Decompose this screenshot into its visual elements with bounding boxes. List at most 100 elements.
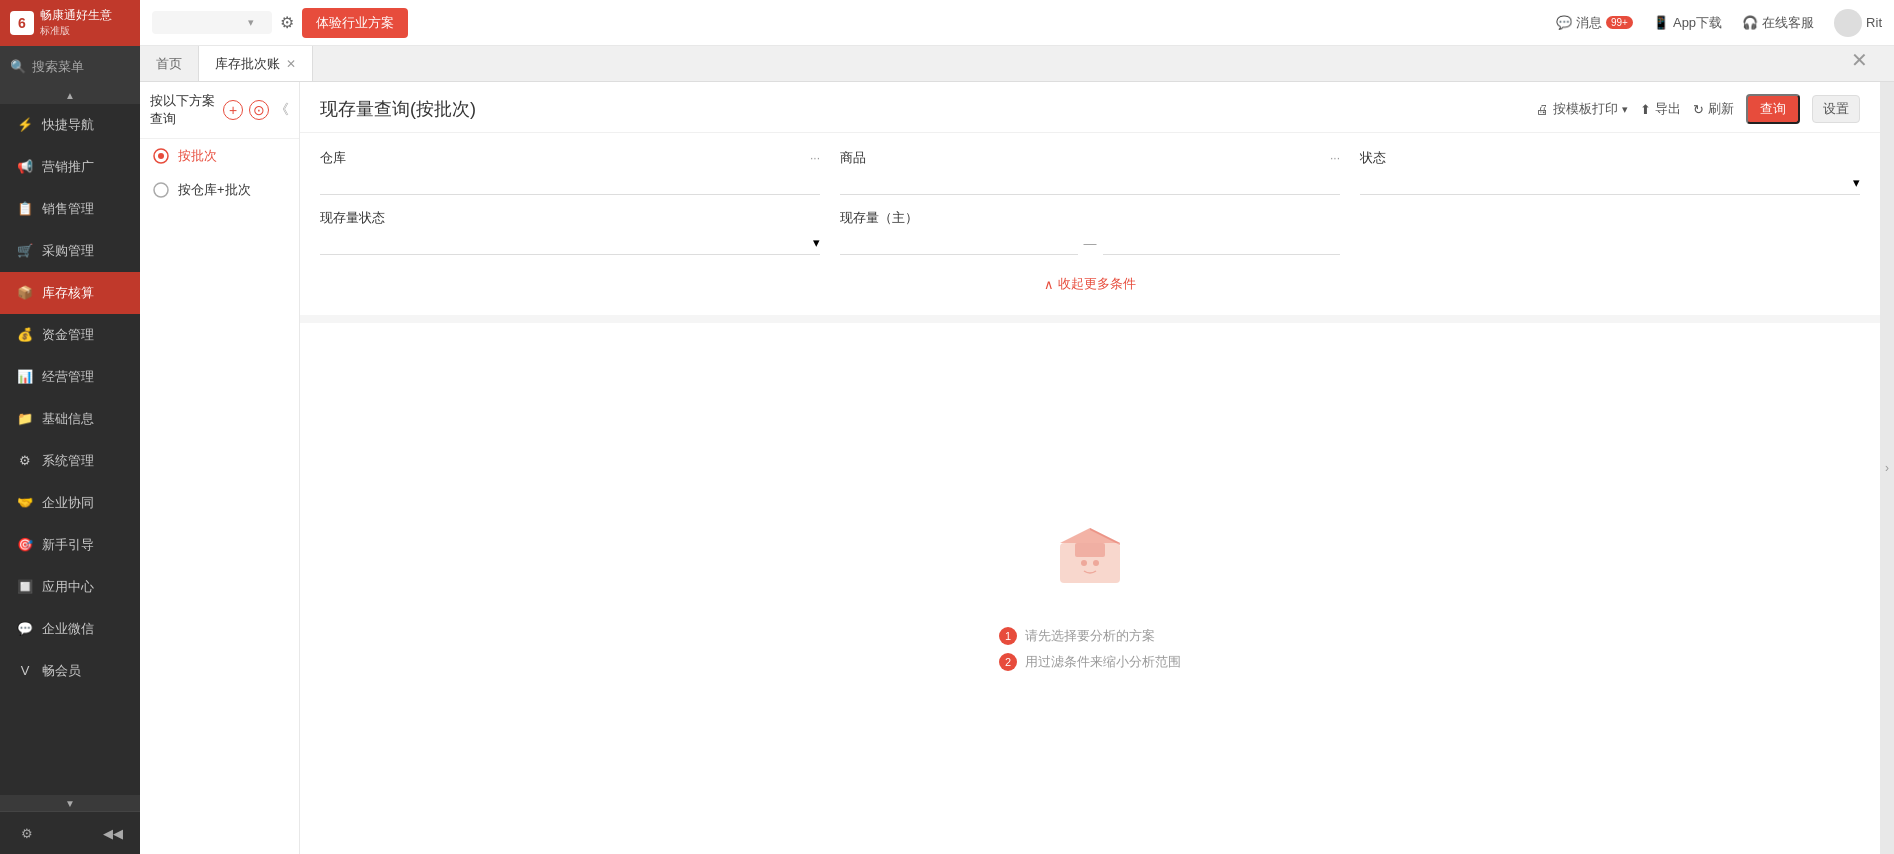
filter-row-2: 现存量状态 ▾ 现存量（主） — [320,209,1860,255]
current-inventory-to[interactable] [1103,231,1341,255]
query-btn[interactable]: 查询 [1746,94,1800,124]
inventory-status-dropdown[interactable]: ▾ [320,231,820,255]
sidebar: 6 畅康通好生意 标准版 🔍 搜索菜单 ▲ ⚡ 快捷导航 📢 营销推广 📋 销售… [0,0,140,854]
messages-badge: 99+ [1606,16,1633,29]
settings-btn[interactable]: 设置 [1812,95,1860,123]
sidebar-item-label: 库存核算 [42,284,94,302]
svg-point-1 [158,153,164,159]
app-name: 畅康通好生意 [40,8,112,24]
sidebar-item-basic[interactable]: 📁 基础信息 [0,398,140,440]
app-download-label: App下载 [1673,14,1722,32]
system-icon: ⚙ [16,452,34,470]
current-inventory-from[interactable] [840,231,1078,255]
guide-icon: 🎯 [16,536,34,554]
sidebar-item-finance[interactable]: 💰 资金管理 [0,314,140,356]
print-label: 按模板打印 [1553,100,1618,118]
filter-area: 仓库 ··· 商品 ··· [300,133,1880,315]
scheme-item-by-batch[interactable]: 按批次 [140,139,299,173]
sidebar-item-label: 企业微信 [42,620,94,638]
tip-num-1: 1 [999,627,1017,645]
topbar-search-input[interactable] [162,15,242,30]
headset-icon: 🎧 [1742,15,1758,30]
scheme-inactive-icon [152,181,170,199]
sidebar-item-label: 企业协同 [42,494,94,512]
tab-area-close-btn[interactable]: ✕ [1851,48,1880,72]
sidebar-item-enterprise[interactable]: 🤝 企业协同 [0,482,140,524]
scheme-panel: 按以下方案查询 + ⊙ 《 按批次 按仓库+批次 [140,82,300,854]
user-name: Rit [1866,15,1882,30]
product-more-icon[interactable]: ··· [1330,151,1340,165]
messages-btn[interactable]: 💬 消息 99+ [1556,14,1633,32]
sidebar-item-label: 采购管理 [42,242,94,260]
scheme-collapse-icon[interactable]: 《 [275,101,289,119]
user-profile-btn[interactable]: Rit [1834,9,1882,37]
search-menu-btn[interactable]: 🔍 搜索菜单 [10,54,130,80]
topbar-gear-icon[interactable]: ⚙ [280,13,294,32]
member-icon: V [16,662,34,680]
basic-icon: 📁 [16,410,34,428]
product-label: 商品 [840,149,866,167]
scheme-gear-btn[interactable]: ⊙ [249,100,269,120]
sidebar-search-area[interactable]: 🔍 搜索菜单 [0,46,140,88]
export-label: 导出 [1655,100,1681,118]
sidebar-item-guide[interactable]: 🎯 新手引导 [0,524,140,566]
tab-home[interactable]: 首页 [140,46,199,81]
sidebar-item-label: 营销推广 [42,158,94,176]
wechat-icon: 💬 [16,620,34,638]
svg-point-2 [154,183,168,197]
sidebar-item-shortcuts[interactable]: ⚡ 快捷导航 [0,104,140,146]
warehouse-input[interactable] [320,171,820,195]
main-content: 现存量查询(按批次) 🖨 按模板打印 ▾ ⬆ 导出 ↻ 刷新 [300,82,1880,854]
export-btn[interactable]: ⬆ 导出 [1640,100,1681,118]
sidebar-scroll-down[interactable]: ▼ [0,795,140,811]
topbar-search-box[interactable]: ▾ [152,11,272,34]
settings-footer-btn[interactable]: ⚙ [16,822,38,844]
scheme-add-btn[interactable]: + [223,100,243,120]
sidebar-item-label: 经营管理 [42,368,94,386]
tabbar: 首页 库存批次账 ✕ ✕ [140,46,1894,82]
scheme-header: 按以下方案查询 + ⊙ 《 [140,82,299,139]
sidebar-item-marketing[interactable]: 📢 营销推广 [0,146,140,188]
collapse-sidebar-btn[interactable]: ◀◀ [102,822,124,844]
sidebar-item-member[interactable]: V 畅会员 [0,650,140,692]
empty-tip-2: 2 用过滤条件来缩小分析范围 [999,649,1181,675]
warehouse-label: 仓库 [320,149,346,167]
sidebar-item-wechat[interactable]: 💬 企业微信 [0,608,140,650]
status-dropdown[interactable]: ▾ [1360,171,1860,195]
tab-close-icon[interactable]: ✕ [286,58,296,70]
collapse-icon: ◀◀ [103,826,123,841]
filter-status: 状态 ▾ [1360,149,1860,195]
sidebar-item-label: 基础信息 [42,410,94,428]
sidebar-scroll-up[interactable]: ▲ [0,88,140,104]
filter-warehouse: 仓库 ··· [320,149,820,195]
sidebar-item-label: 畅会员 [42,662,81,680]
scheme-item-warehouse-batch[interactable]: 按仓库+批次 [140,173,299,207]
app-logo: 6 [10,11,34,35]
product-input[interactable] [840,171,1340,195]
tip-num-2: 2 [999,653,1017,671]
sidebar-item-apps[interactable]: 🔲 应用中心 [0,566,140,608]
refresh-btn[interactable]: ↻ 刷新 [1693,100,1734,118]
search-menu-label: 搜索菜单 [32,58,84,76]
status-label: 状态 [1360,149,1386,167]
finance-icon: 💰 [16,326,34,344]
sidebar-item-purchase[interactable]: 🛒 采购管理 [0,230,140,272]
scheme-title: 按以下方案查询 [150,92,223,128]
tip-text-1: 请先选择要分析的方案 [1025,623,1155,649]
warehouse-more-icon[interactable]: ··· [810,151,820,165]
tip-text-2: 用过滤条件来缩小分析范围 [1025,649,1181,675]
sidebar-item-inventory[interactable]: 📦 库存核算 [0,272,140,314]
purchase-icon: 🛒 [16,242,34,260]
collapse-more-btn[interactable]: ∧ 收起更多条件 [320,269,1860,299]
svg-point-8 [1093,560,1099,566]
sidebar-item-sales[interactable]: 📋 销售管理 [0,188,140,230]
app-download-btn[interactable]: 📱 App下载 [1653,14,1722,32]
tab-inventory-batch[interactable]: 库存批次账 ✕ [199,46,313,81]
online-service-btn[interactable]: 🎧 在线客服 [1742,14,1814,32]
experience-btn[interactable]: 体验行业方案 [302,8,408,38]
current-inventory-range: — [840,231,1340,255]
sidebar-item-operations[interactable]: 📊 经营管理 [0,356,140,398]
right-scroll[interactable]: › [1880,82,1894,854]
print-btn[interactable]: 🖨 按模板打印 ▾ [1536,100,1628,118]
sidebar-item-system[interactable]: ⚙ 系统管理 [0,440,140,482]
